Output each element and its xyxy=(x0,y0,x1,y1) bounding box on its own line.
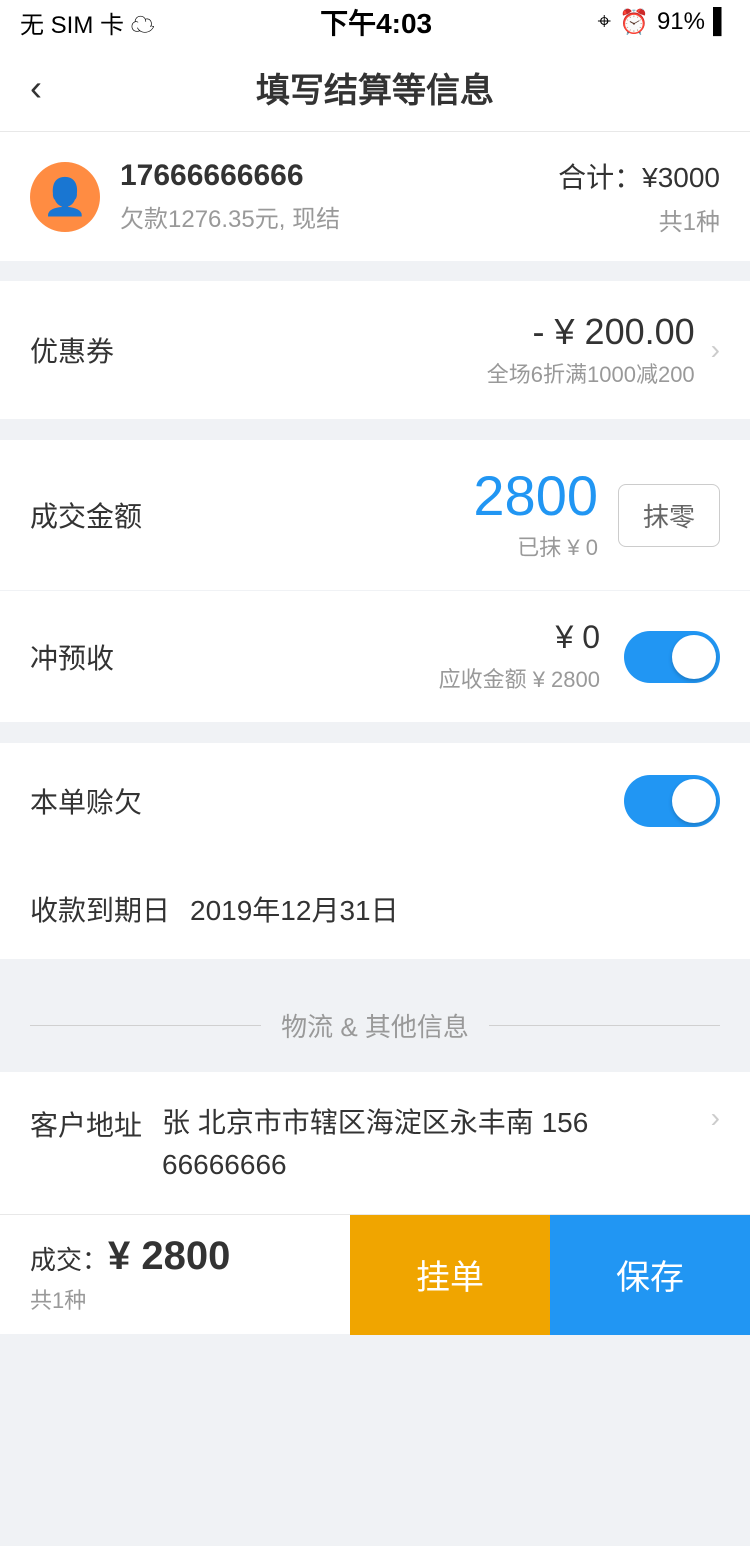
status-right: ⌖ ⏰ 91% ▌ xyxy=(598,8,730,37)
divider-3 xyxy=(0,723,750,743)
coupon-row[interactable]: 优惠券 - ¥ 200.00 全场6折满1000减200 › xyxy=(0,281,750,420)
deal-label: 成交金额 xyxy=(30,495,142,535)
divider-1 xyxy=(0,261,750,281)
status-time: 下午4:03 xyxy=(320,2,432,42)
bottom-deal-amount: ¥ 2800 xyxy=(108,1234,230,1278)
prepay-row: 冲预收 ¥ 0 应收金额 ¥ 2800 xyxy=(0,591,750,723)
deal-amount-value: 2800 xyxy=(473,468,598,524)
logistics-section-header: 物流 & 其他信息 xyxy=(0,979,750,1072)
address-label: 客户地址 xyxy=(30,1102,142,1144)
back-button[interactable]: ‹ xyxy=(30,67,42,109)
no-sim-text: 无 SIM 卡 ☁ xyxy=(20,5,155,40)
divider-4 xyxy=(0,959,750,979)
divider-2 xyxy=(0,420,750,440)
address-chevron-icon: › xyxy=(711,1102,720,1134)
bottom-bar: 成交：¥ 2800 共1种 挂单 保存 xyxy=(0,1214,750,1334)
save-button[interactable]: 保存 xyxy=(550,1215,750,1335)
bottom-summary: 成交：¥ 2800 共1种 xyxy=(0,1234,350,1315)
bottom-deal-label: 成交： xyxy=(30,1245,108,1275)
alarm-icon: ⏰ xyxy=(619,8,649,37)
hold-button[interactable]: 挂单 xyxy=(350,1215,550,1335)
round-zero-button[interactable]: 抹零 xyxy=(618,484,720,547)
page-title: 填写结算等信息 xyxy=(256,63,494,112)
due-date-label: 收款到期日 xyxy=(30,889,170,929)
status-bar: 无 SIM 卡 ☁ 下午4:03 ⌖ ⏰ 91% ▌ xyxy=(0,0,750,44)
header-line-left xyxy=(30,1025,261,1026)
debt-toggle[interactable] xyxy=(624,775,720,827)
deal-amount-row: 成交金额 2800 已抹 ¥ 0 抹零 xyxy=(0,440,750,591)
prepay-amount: ¥ 0 xyxy=(439,619,600,656)
deal-erased: 已抹 ¥ 0 xyxy=(473,530,598,562)
total-amount: 合计：¥3000 xyxy=(558,156,720,196)
section-header-text: 物流 & 其他信息 xyxy=(281,1007,469,1044)
status-left: 无 SIM 卡 ☁ xyxy=(20,5,155,40)
bottom-count: 共1种 xyxy=(30,1283,320,1315)
debt-toggle-knob xyxy=(672,779,716,823)
total-count: 共1种 xyxy=(558,202,720,237)
location-icon: ⌖ xyxy=(598,8,612,36)
prepay-toggle[interactable] xyxy=(624,631,720,683)
address-row[interactable]: 客户地址 张 北京市市辖区海淀区永丰南 156 66666666 › xyxy=(0,1072,750,1216)
prepay-toggle-knob xyxy=(672,635,716,679)
coupon-desc: 全场6折满1000减200 xyxy=(487,357,695,389)
prepay-label: 冲预收 xyxy=(30,637,114,677)
battery-icon: ▌ xyxy=(713,8,730,36)
prepay-receivable: 应收金额 ¥ 2800 xyxy=(439,662,600,694)
due-date-row: 收款到期日 2019年12月31日 xyxy=(0,859,750,959)
bottom-deal-row: 成交：¥ 2800 xyxy=(30,1234,320,1279)
coupon-label: 优惠券 xyxy=(30,330,114,370)
nav-bar: ‹ 填写结算等信息 xyxy=(0,44,750,132)
avatar-icon: 👤 xyxy=(43,176,88,218)
debt-row: 本单赊欠 xyxy=(0,743,750,859)
debt-label: 本单赊欠 xyxy=(30,781,142,821)
due-date-value: 2019年12月31日 xyxy=(190,889,399,929)
customer-debt: 欠款1276.35元, 现结 xyxy=(120,199,340,234)
address-value: 张 北京市市辖区海淀区永丰南 156 66666666 xyxy=(162,1102,691,1186)
battery-text: 91% xyxy=(657,8,705,36)
header-line-right xyxy=(489,1025,720,1026)
customer-card: 👤 17666666666 欠款1276.35元, 现结 合计：¥3000 共1… xyxy=(0,132,750,261)
customer-phone: 17666666666 xyxy=(120,159,340,193)
coupon-amount: - ¥ 200.00 xyxy=(487,311,695,353)
avatar: 👤 xyxy=(30,162,100,232)
chevron-right-icon: › xyxy=(711,334,720,366)
